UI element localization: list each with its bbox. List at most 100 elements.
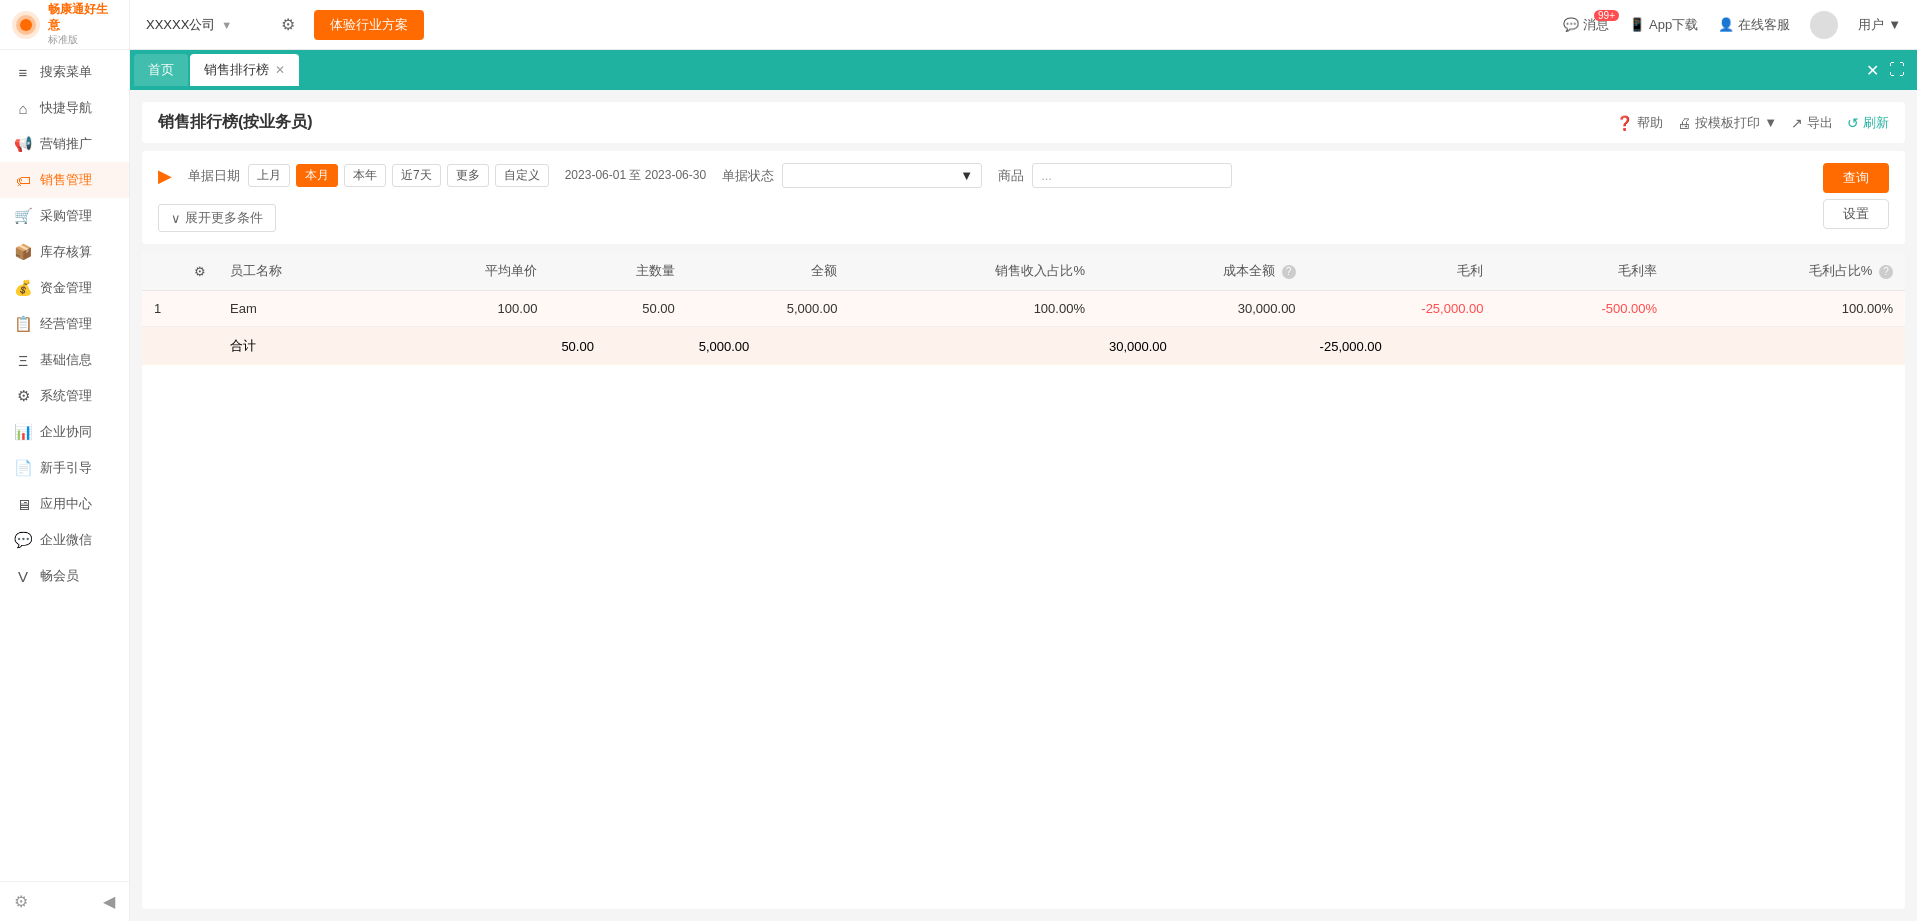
refresh-button[interactable]: ↺ 刷新 bbox=[1847, 114, 1889, 132]
date-btn-this-year[interactable]: 本年 bbox=[344, 164, 386, 187]
sidebar-item-基础信息[interactable]: Ξ 基础信息 bbox=[0, 342, 129, 378]
sidebar-icon: 📋 bbox=[14, 315, 32, 333]
tab-expand-icon[interactable]: ⛶ bbox=[1889, 61, 1905, 79]
goods-input-placeholder: ... bbox=[1041, 168, 1052, 183]
sidebar-icon: 🛒 bbox=[14, 207, 32, 225]
sidebar-item-企业协同[interactable]: 📊 企业协同 bbox=[0, 414, 129, 450]
sidebar-item-资金管理[interactable]: 💰 资金管理 bbox=[0, 270, 129, 306]
date-filter-buttons: 上月 本月 本年 近7天 更多 自定义 bbox=[248, 164, 549, 187]
date-btn-custom[interactable]: 自定义 bbox=[495, 164, 549, 187]
status-filter-label: 单据状态 bbox=[722, 167, 774, 185]
sidebar-item-应用中心[interactable]: 🖥 应用中心 bbox=[0, 486, 129, 522]
sidebar-item-营销推广[interactable]: 📢 营销推广 bbox=[0, 126, 129, 162]
cell-name: Eam bbox=[218, 291, 384, 327]
sidebar-item-系统管理[interactable]: ⚙ 系统管理 bbox=[0, 378, 129, 414]
app-download-label: App下载 bbox=[1649, 16, 1698, 34]
footer-amount: 5,000.00 bbox=[687, 327, 850, 366]
goods-filter-input[interactable]: ... bbox=[1032, 163, 1232, 188]
sidebar-icon: ≡ bbox=[14, 63, 32, 81]
sidebar-icon: 🏷 bbox=[14, 171, 32, 189]
refresh-label: 刷新 bbox=[1863, 114, 1889, 132]
svg-point-2 bbox=[20, 19, 32, 31]
sidebar-icon: 💰 bbox=[14, 279, 32, 297]
footer-cost: 30,000.00 bbox=[1097, 327, 1308, 366]
sidebar-item-label: 经营管理 bbox=[40, 315, 92, 333]
col-name: 员工名称 bbox=[218, 252, 384, 291]
sidebar-icon: 📄 bbox=[14, 459, 32, 477]
date-btn-7days[interactable]: 近7天 bbox=[392, 164, 441, 187]
cost-help-icon[interactable]: ? bbox=[1282, 265, 1296, 279]
header-settings-icon[interactable]: ⚙ bbox=[274, 11, 302, 39]
tab-home[interactable]: 首页 bbox=[134, 54, 188, 86]
tab-bar: 首页 销售排行榜 ✕ ✕ ⛶ bbox=[130, 50, 1917, 90]
user-avatar[interactable] bbox=[1810, 11, 1838, 39]
tab-home-label: 首页 bbox=[148, 61, 174, 79]
sidebar-icon: 📦 bbox=[14, 243, 32, 261]
help-button[interactable]: ❓ 帮助 bbox=[1616, 114, 1663, 132]
sidebar-icon: Ξ bbox=[14, 351, 32, 369]
sidebar-collapse-icon[interactable]: ◀ bbox=[103, 892, 115, 911]
company-selector[interactable]: XXXXX公司 ▼ bbox=[146, 16, 266, 34]
query-button[interactable]: 查询 bbox=[1823, 163, 1889, 193]
sidebar-item-经营管理[interactable]: 📋 经营管理 bbox=[0, 306, 129, 342]
tab-sales-ranking[interactable]: 销售排行榜 ✕ bbox=[190, 54, 299, 86]
sidebar-item-新手引导[interactable]: 📄 新手引导 bbox=[0, 450, 129, 486]
expand-arrow-icon: ∨ bbox=[171, 211, 181, 226]
help-label: 帮助 bbox=[1637, 114, 1663, 132]
date-btn-this-month[interactable]: 本月 bbox=[296, 164, 338, 187]
date-range-display: 2023-06-01 至 2023-06-30 bbox=[565, 167, 706, 184]
cell-amount: 5,000.00 bbox=[687, 291, 850, 327]
online-support-button[interactable]: 👤 在线客服 bbox=[1718, 16, 1790, 34]
status-filter-select[interactable]: ▼ bbox=[782, 163, 982, 188]
messages-button[interactable]: 💬 消息 99+ bbox=[1563, 16, 1609, 34]
sidebar: 畅康通好生意 标准版 ≡ 搜索菜单 ⌂ 快捷导航 📢 营销推广 🏷 销售管理 🛒… bbox=[0, 0, 130, 921]
sidebar-item-畅会员[interactable]: V 畅会员 bbox=[0, 558, 129, 594]
filter-expand-icon[interactable]: ▶ bbox=[158, 165, 172, 187]
export-button[interactable]: ↗ 导出 bbox=[1791, 114, 1833, 132]
col-index bbox=[142, 252, 182, 291]
col-profit-ratio: 毛利占比% ? bbox=[1669, 252, 1905, 291]
tab-close-all-icon[interactable]: ✕ bbox=[1866, 61, 1879, 80]
online-support-label: 在线客服 bbox=[1738, 16, 1790, 34]
profit-ratio-help-icon[interactable]: ? bbox=[1879, 265, 1893, 279]
sidebar-item-label: 应用中心 bbox=[40, 495, 92, 513]
expand-more-filters-btn[interactable]: ∨ 展开更多条件 bbox=[158, 204, 276, 232]
sidebar-item-label: 系统管理 bbox=[40, 387, 92, 405]
message-badge: 99+ bbox=[1594, 10, 1619, 21]
tab-bar-right: ✕ ⛶ bbox=[1866, 61, 1913, 80]
settings-small-button[interactable]: 设置 bbox=[1823, 199, 1889, 229]
date-btn-more[interactable]: 更多 bbox=[447, 164, 489, 187]
support-icon: 👤 bbox=[1718, 17, 1734, 32]
sidebar-item-库存核算[interactable]: 📦 库存核算 bbox=[0, 234, 129, 270]
status-select-arrow: ▼ bbox=[960, 168, 973, 183]
sidebar-item-搜索菜单[interactable]: ≡ 搜索菜单 bbox=[0, 54, 129, 90]
app-logo: 畅康通好生意 标准版 bbox=[0, 0, 129, 50]
col-settings[interactable]: ⚙ bbox=[182, 252, 218, 291]
sidebar-item-label: 快捷导航 bbox=[40, 99, 92, 117]
logo-icon bbox=[10, 9, 42, 41]
sidebar-item-label: 资金管理 bbox=[40, 279, 92, 297]
tab-close-icon[interactable]: ✕ bbox=[275, 64, 285, 76]
sidebar-item-企业微信[interactable]: 💬 企业微信 bbox=[0, 522, 129, 558]
sidebar-item-采购管理[interactable]: 🛒 采购管理 bbox=[0, 198, 129, 234]
sidebar-item-快捷导航[interactable]: ⌂ 快捷导航 bbox=[0, 90, 129, 126]
footer-quantity: 50.00 bbox=[549, 327, 686, 366]
sidebar-item-销售管理[interactable]: 🏷 销售管理 bbox=[0, 162, 129, 198]
print-icon: 🖨 bbox=[1677, 115, 1691, 131]
content-area: 销售排行榜(按业务员) ❓ 帮助 🖨 按模板打印 ▼ ↗ 导出 ↺ 刷新 bbox=[130, 90, 1917, 921]
sidebar-icon: V bbox=[14, 567, 32, 585]
print-label: 按模板打印 bbox=[1695, 114, 1760, 132]
sidebar-settings-icon[interactable]: ⚙ bbox=[14, 892, 28, 911]
date-btn-last-month[interactable]: 上月 bbox=[248, 164, 290, 187]
app-download-button[interactable]: 📱 App下载 bbox=[1629, 16, 1698, 34]
header-right: 💬 消息 99+ 📱 App下载 👤 在线客服 用户 ▼ bbox=[1563, 11, 1901, 39]
user-name[interactable]: 用户 ▼ bbox=[1858, 16, 1901, 34]
print-button[interactable]: 🖨 按模板打印 ▼ bbox=[1677, 114, 1777, 132]
filter-row: ▶ 单据日期 上月 本月 本年 近7天 更多 自定义 bbox=[158, 163, 1807, 188]
sidebar-icon: ⌂ bbox=[14, 99, 32, 117]
footer-empty1 bbox=[142, 327, 182, 366]
footer-profit-rate bbox=[1495, 327, 1669, 366]
trial-button[interactable]: 体验行业方案 bbox=[314, 10, 424, 40]
table-scroll: ⚙ 员工名称 平均单价 主数量 全额 销售收入占比% 成本全额 ? 毛利 毛利率 bbox=[142, 252, 1905, 909]
table-body: 1 Eam 100.00 50.00 5,000.00 100.00% 30,0… bbox=[142, 291, 1905, 327]
